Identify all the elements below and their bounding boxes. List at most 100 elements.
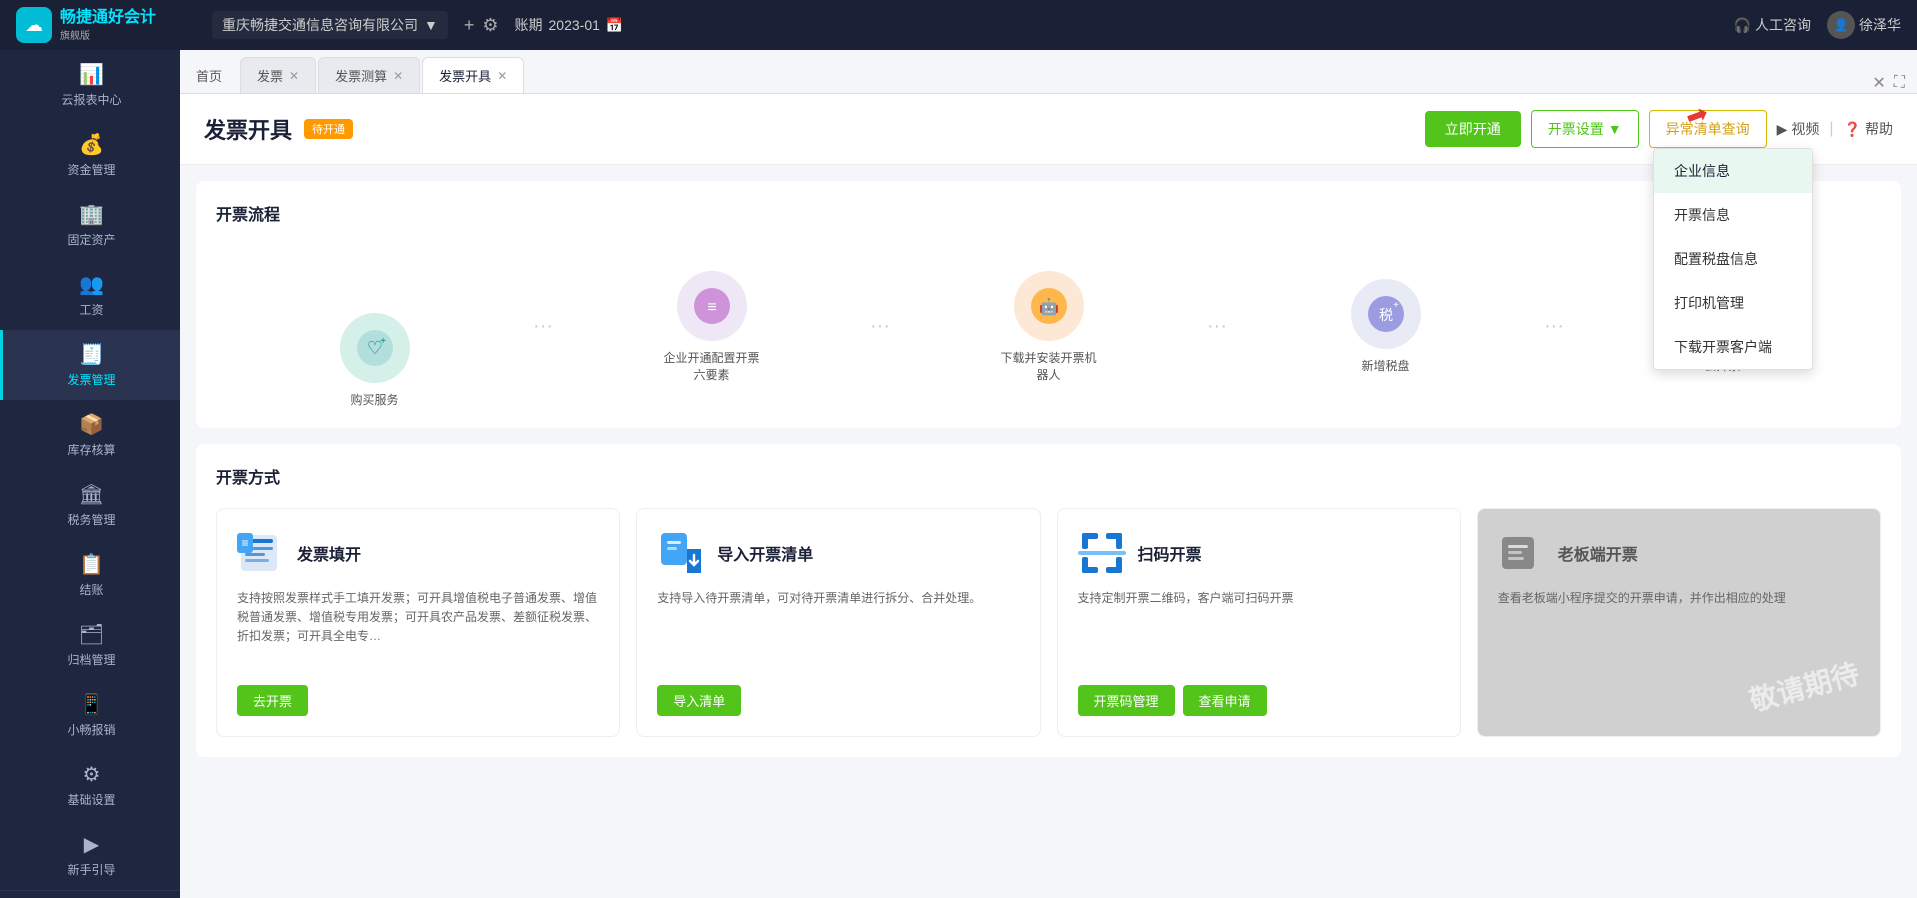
consult-button[interactable]: 🎧 人工咨询 xyxy=(1734,15,1811,35)
archive-icon: 🗂 xyxy=(79,622,104,647)
payroll-icon: 👥 xyxy=(79,272,104,297)
xiaochang-icon: 📱 xyxy=(79,692,104,717)
tab-home[interactable]: 首页 xyxy=(180,57,238,93)
svg-text:税: 税 xyxy=(1379,307,1393,323)
sidebar-item-basic-settings[interactable]: ⚙ 基础设置 xyxy=(0,750,180,820)
scan-code-manage-button[interactable]: 开票码管理 xyxy=(1078,685,1175,716)
flow-step-buy: ♡ + 购买服务 xyxy=(216,245,533,408)
tab-invoice[interactable]: 发票 ✕ xyxy=(240,57,316,93)
sidebar-label-payroll: 工资 xyxy=(79,301,103,318)
sidebar-item-tax-manage[interactable]: 🏛 税务管理 xyxy=(0,470,180,540)
method-title-boss: 老板端开票 xyxy=(1558,541,1638,565)
tab-home-label: 首页 xyxy=(196,66,222,85)
tab-invoice-calc-close[interactable]: ✕ xyxy=(393,69,403,83)
sidebar-label-basic-settings: 基础设置 xyxy=(67,791,115,808)
close-window-button[interactable]: ✕ xyxy=(1872,73,1885,93)
tab-invoice-close[interactable]: ✕ xyxy=(289,69,299,83)
sidebar-bottom[interactable]: ◀◀ 取消固定 xyxy=(0,890,180,898)
svg-text:🤖: 🤖 xyxy=(1039,297,1059,316)
flow-section-title: 开票流程 xyxy=(216,201,1881,225)
top-header: ☁ 畅捷通好会计 旗舰版 重庆畅捷交通信息咨询有限公司 ▼ + ⚙ 账期 202… xyxy=(0,0,1917,50)
main-layout: 📊 云报表中心 💰 资金管理 🏢 固定资产 👥 工资 🧾 发票管理 📦 库存核算… xyxy=(0,50,1917,898)
scan-view-apply-button[interactable]: 查看申请 xyxy=(1183,685,1267,716)
inventory-icon: 📦 xyxy=(79,412,104,437)
settings-button[interactable]: 开票设置 ▼ xyxy=(1531,110,1639,148)
tab-invoice-calc[interactable]: 发票测算 ✕ xyxy=(318,57,420,93)
company-selector[interactable]: 重庆畅捷交通信息咨询有限公司 ▼ xyxy=(212,11,448,39)
tab-invoice-label: 发票 xyxy=(257,66,283,85)
sidebar-label-settlement: 结账 xyxy=(79,581,103,598)
flow-arrow-3: ··· xyxy=(1207,315,1227,338)
method-header-fill: ≡ 发票填开 xyxy=(237,529,599,577)
page-title: 发票开具 xyxy=(204,113,292,145)
sidebar-item-settlement[interactable]: 📋 结账 xyxy=(0,540,180,610)
tab-invoice-issue-label: 发票开具 xyxy=(439,66,491,85)
activate-button[interactable]: 立即开通 xyxy=(1425,111,1521,147)
user-name: 徐泽华 xyxy=(1859,15,1901,35)
dropdown-item-tax-disk[interactable]: 配置税盘信息 xyxy=(1654,237,1812,281)
sidebar-item-fixed-assets[interactable]: 🏢 固定资产 xyxy=(0,190,180,260)
sidebar-label-inventory: 库存核算 xyxy=(67,441,115,458)
method-desc-scan: 支持定制开票二维码，客户端可扫码开票 xyxy=(1078,589,1440,669)
flow-arrow-1: ··· xyxy=(533,315,553,338)
method-title-import: 导入开票清单 xyxy=(717,541,813,565)
sidebar-item-new-guide[interactable]: ▶ 新手引导 xyxy=(0,820,180,890)
period-value[interactable]: 2023-01 xyxy=(549,17,600,33)
video-button[interactable]: ▶ 视频 xyxy=(1777,119,1820,139)
import-list-button[interactable]: 导入清单 xyxy=(657,685,741,716)
sidebar-item-payroll[interactable]: 👥 工资 xyxy=(0,260,180,330)
fill-invoice-button[interactable]: 去开票 xyxy=(237,685,308,716)
sidebar-item-xiaochang[interactable]: 📱 小畅报销 xyxy=(0,680,180,750)
flow-step-tax-disk: 税 + 新增税盘 xyxy=(1227,279,1544,374)
method-icon-boss xyxy=(1498,529,1546,577)
method-header-boss: 老板端开票 xyxy=(1498,529,1860,577)
tab-invoice-calc-label: 发票测算 xyxy=(335,66,387,85)
method-icon-import xyxy=(657,529,705,577)
dropdown-item-company-info[interactable]: 企业信息 xyxy=(1654,149,1812,193)
dropdown-item-invoice-info[interactable]: 开票信息 xyxy=(1654,193,1812,237)
flow-arrow-2: ··· xyxy=(870,315,890,338)
invoice-manage-icon: 🧾 xyxy=(79,342,104,367)
add-tab-button[interactable]: + xyxy=(464,15,475,36)
sidebar-item-invoice-manage[interactable]: 🧾 发票管理 xyxy=(0,330,180,400)
tab-invoice-issue-close[interactable]: ✕ xyxy=(497,69,507,83)
flow-label-download: 下载并安装开票机器人 xyxy=(999,349,1099,383)
flow-label-tax-disk: 新增税盘 xyxy=(1362,357,1410,374)
dropdown-item-download-client[interactable]: 下载开票客户端 xyxy=(1654,325,1812,369)
page-header: 发票开具 待开通 立即开通 开票设置 ▼ 异常清单查询 ▶ 视频 | xyxy=(180,94,1917,165)
flow-label-config: 企业开通配置开票六要素 xyxy=(662,349,762,383)
settings-button-label: 开票设置 xyxy=(1548,119,1604,139)
flow-icon-tax-disk: 税 + xyxy=(1351,279,1421,349)
sidebar-item-fund-manage[interactable]: 💰 资金管理 xyxy=(0,120,180,190)
flow-section: 开票流程 ♡ + 购买服务 ··· xyxy=(196,181,1901,428)
sidebar-item-inventory[interactable]: 📦 库存核算 xyxy=(0,400,180,470)
calendar-icon[interactable]: 📅 xyxy=(606,17,623,34)
user-profile[interactable]: 👤 徐泽华 xyxy=(1827,11,1901,39)
sidebar-label-archive: 归档管理 xyxy=(67,651,115,668)
tab-invoice-issue[interactable]: 发票开具 ✕ xyxy=(422,57,524,93)
method-desc-import: 支持导入待开票清单，可对待开票清单进行拆分、合并处理。 xyxy=(657,589,1019,669)
status-badge: 待开通 xyxy=(304,119,353,139)
flow-icon-download: 🤖 xyxy=(1014,271,1084,341)
dropdown-item-printer[interactable]: 打印机管理 xyxy=(1654,281,1812,325)
svg-text:≡: ≡ xyxy=(707,299,716,316)
chevron-down-icon: ▼ xyxy=(1608,121,1622,137)
sidebar-label-invoice-manage: 发票管理 xyxy=(67,371,115,388)
sidebar-label-fund-manage: 资金管理 xyxy=(67,161,115,178)
help-button[interactable]: ❓ 帮助 xyxy=(1844,119,1893,139)
maximize-window-button[interactable]: ⛶ xyxy=(1894,74,1905,92)
flow-icon-config: ≡ xyxy=(677,271,747,341)
method-card-scan: 扫码开票 支持定制开票二维码，客户端可扫码开票 开票码管理 查看申请 xyxy=(1057,508,1461,737)
method-card-import: 导入开票清单 支持导入待开票清单，可对待开票清单进行拆分、合并处理。 导入清单 xyxy=(636,508,1040,737)
sidebar-item-cloud-report[interactable]: 📊 云报表中心 xyxy=(0,50,180,120)
logo-text: 畅捷通好会计 xyxy=(60,8,156,27)
header-tools: + ⚙ xyxy=(464,15,499,36)
settings-icon[interactable]: ⚙ xyxy=(482,15,498,36)
sidebar-label-new-guide: 新手引导 xyxy=(67,861,115,878)
flow-steps: ♡ + 购买服务 ··· ≡ xyxy=(216,245,1881,408)
method-title-fill: 发票填开 xyxy=(297,541,361,565)
sidebar-item-archive[interactable]: 🗂 归档管理 xyxy=(0,610,180,680)
method-icon-fill: ≡ xyxy=(237,529,285,577)
tax-manage-icon: 🏛 xyxy=(79,482,104,507)
method-title-scan: 扫码开票 xyxy=(1138,541,1202,565)
